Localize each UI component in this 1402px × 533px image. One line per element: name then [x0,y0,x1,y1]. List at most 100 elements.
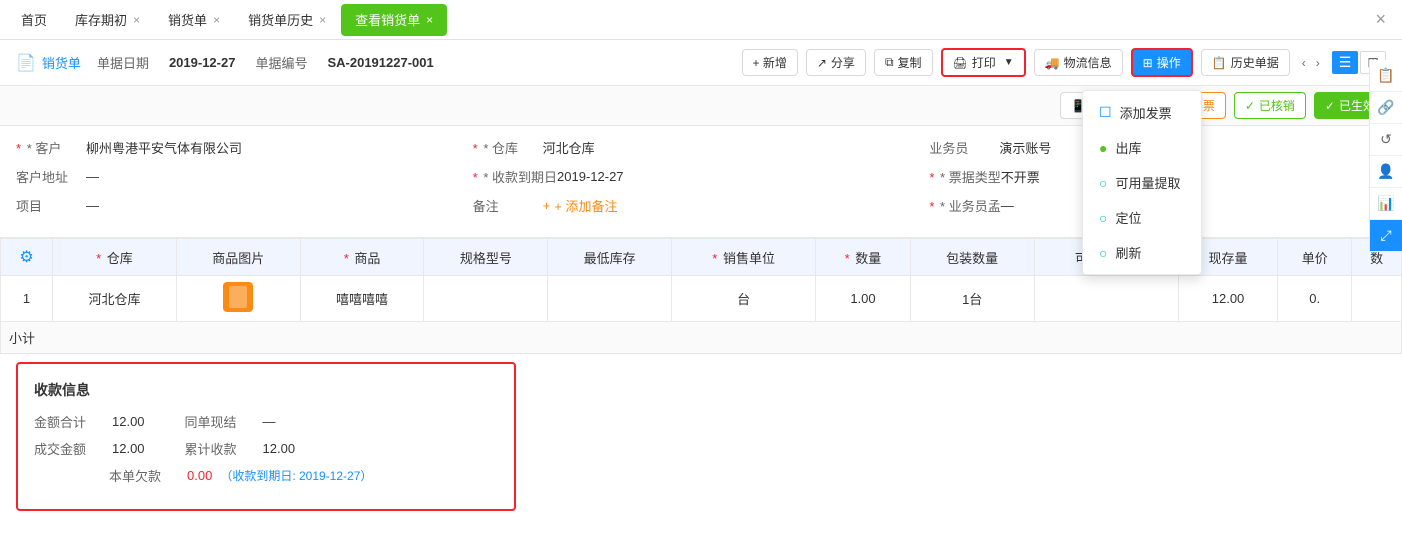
address-label: 客户地址 [16,167,86,186]
share-icon: ↗ [817,56,827,70]
right-panel-icons: 📋 🔗 ↺ 👤 📊 ⤢ [1369,60,1402,252]
col-product: * 商品 [300,239,424,276]
actions-label: 操作 [1157,54,1181,71]
cell-qty: 1.00 [816,276,911,322]
same-order-item: 同单现结 — [185,412,276,431]
tab-highlight-label: 查看销货单 [355,10,420,29]
cell-unit: 台 [672,276,816,322]
right-icon-user[interactable]: 👤 [1370,156,1402,188]
right-icon-chart[interactable]: 📊 [1370,188,1402,220]
dropdown-add-invoice[interactable]: ☐ 添加发票 [1083,95,1201,130]
locate-label: 定位 [1115,208,1141,227]
payment-total-label: 金额合计 [34,412,104,431]
doc-icon: 📄 [16,53,36,73]
history-button[interactable]: 📋 历史单据 [1201,49,1290,76]
product-thumbnail [223,282,253,312]
payment-date-field: * * 收款到期日 2019-12-27 [473,167,930,186]
review-label: 已核销 [1259,97,1295,114]
address-value: — [86,169,99,184]
doc-date-label: 单据日期 [97,53,149,72]
document-header: 📄 销货单 单据日期 2019-12-27 单据编号 SA-20191227-0… [0,40,1402,86]
employee-value: 演示账号 [999,138,1051,157]
tab-home[interactable]: 首页 [8,4,60,36]
add-note-button[interactable]: + + 添加备注 [543,196,618,215]
logistics-icon: 🚚 [1045,56,1060,70]
tab-sales-history[interactable]: 销货单历史 × [235,4,339,36]
note-field: 备注 + + 添加备注 [473,196,930,215]
tab-sales-history-close[interactable]: × [319,13,326,27]
right-icon-refresh[interactable]: ↺ [1370,124,1402,156]
same-order-label: 同单现结 [185,412,255,431]
doc-type-badge: 📄 销货单 [16,53,81,73]
print-icon: 🖨 [953,56,968,70]
project-value: — [86,198,99,213]
col-min-stock: 最低库存 [548,239,672,276]
right-icon-clipboard[interactable]: 📋 [1370,60,1402,92]
copy-icon: ⧉ [885,55,894,70]
copy-label: 复制 [898,54,922,71]
due-payment-label: 本单欠款 [109,466,179,485]
actions-button[interactable]: ⊞ 操作 [1131,48,1193,77]
tab-sales-history-label: 销货单历史 [248,10,313,29]
due-payment-extra: （收款到期日: 2019-12-27） [220,467,372,484]
payment-row-3: 本单欠款 0.00 （收款到期日: 2019-12-27） [34,466,498,485]
share-button[interactable]: ↗ 分享 [806,49,866,76]
tab-highlight-close[interactable]: × [426,13,433,27]
due-payment-item: 本单欠款 0.00 （收款到期日: 2019-12-27） [34,466,372,485]
history-label: 历史单据 [1231,54,1279,71]
col-pkg-qty: 包装数量 [910,239,1034,276]
address-field: 客户地址 — [16,167,473,186]
dropdown-refresh[interactable]: ○ 刷新 [1083,235,1201,270]
project-field: 项目 — [16,196,473,215]
cumulative-value: 12.00 [263,441,296,456]
doc-number-value: SA-20191227-001 [327,55,433,70]
cell-pkg-qty: 1台 [910,276,1034,322]
deal-amount-value: 12.00 [112,441,145,456]
cell-spec [424,276,548,322]
new-button[interactable]: + 新增 [742,49,798,76]
payment-date-star: * [473,170,478,185]
add-invoice-label: 添加发票 [1120,103,1172,122]
col-price: 单价 [1278,239,1352,276]
dropdown-outbound[interactable]: ● 出库 [1083,130,1201,165]
invoice-icon: ☐ [1099,104,1112,121]
tab-sales-order[interactable]: 销货单 × [155,4,233,36]
tab-view-sales-order[interactable]: 查看销货单 × [341,4,447,36]
refresh-icon: ○ [1099,245,1107,261]
col-warehouse: * 仓库 [53,239,177,276]
window-close-button[interactable]: × [1367,5,1394,34]
col-settings[interactable]: ⚙ [1,239,53,276]
cumulative-item: 累计收款 12.00 [185,439,296,458]
dropdown-locate[interactable]: ○ 定位 [1083,200,1201,235]
gear-icon[interactable]: ⚙ [19,249,33,266]
payment-row-1: 金额合计 12.00 同单现结 — [34,412,498,431]
prev-arrow[interactable]: ‹ [1298,54,1310,72]
tab-inventory-close[interactable]: × [133,13,140,27]
customer-label: * * 客户 [16,138,86,157]
right-icon-link[interactable]: 🔗 [1370,92,1402,124]
review-button[interactable]: ✓ 已核销 [1234,92,1306,119]
deal-amount-label: 成交金额 [34,439,104,458]
cumulative-label: 累计收款 [185,439,255,458]
tab-inventory-init[interactable]: 库存期初 × [62,4,153,36]
next-arrow[interactable]: › [1312,54,1324,72]
employee-label: 业务员 [929,138,999,157]
tab-home-label: 首页 [21,10,47,29]
col-unit: * 销售单位 [672,239,816,276]
sales-person-label: * * 业务员孟 [929,196,1000,215]
outbound-label: 出库 [1115,138,1141,157]
list-view-button[interactable]: ☰ [1332,51,1359,74]
available-qty-label: 可用量提取 [1115,173,1180,192]
customer-required-star: * [16,141,21,156]
tab-sales-order-close[interactable]: × [213,13,220,27]
actions-dropdown-menu: ☐ 添加发票 ● 出库 ○ 可用量提取 ○ 定位 ○ 刷新 [1082,90,1202,275]
copy-button[interactable]: ⧉ 复制 [874,49,933,76]
logistics-button[interactable]: 🚚 物流信息 [1034,49,1123,76]
tab-sales-order-label: 销货单 [168,10,207,29]
available-qty-icon: ○ [1099,175,1107,191]
warehouse-field: * * 仓库 河北仓库 [473,138,930,157]
dropdown-available-qty[interactable]: ○ 可用量提取 [1083,165,1201,200]
nav-arrows: ‹ › [1298,54,1324,72]
right-icon-expand[interactable]: ⤢ [1370,220,1402,252]
print-button[interactable]: 🖨 打印 ▼ [941,48,1026,77]
